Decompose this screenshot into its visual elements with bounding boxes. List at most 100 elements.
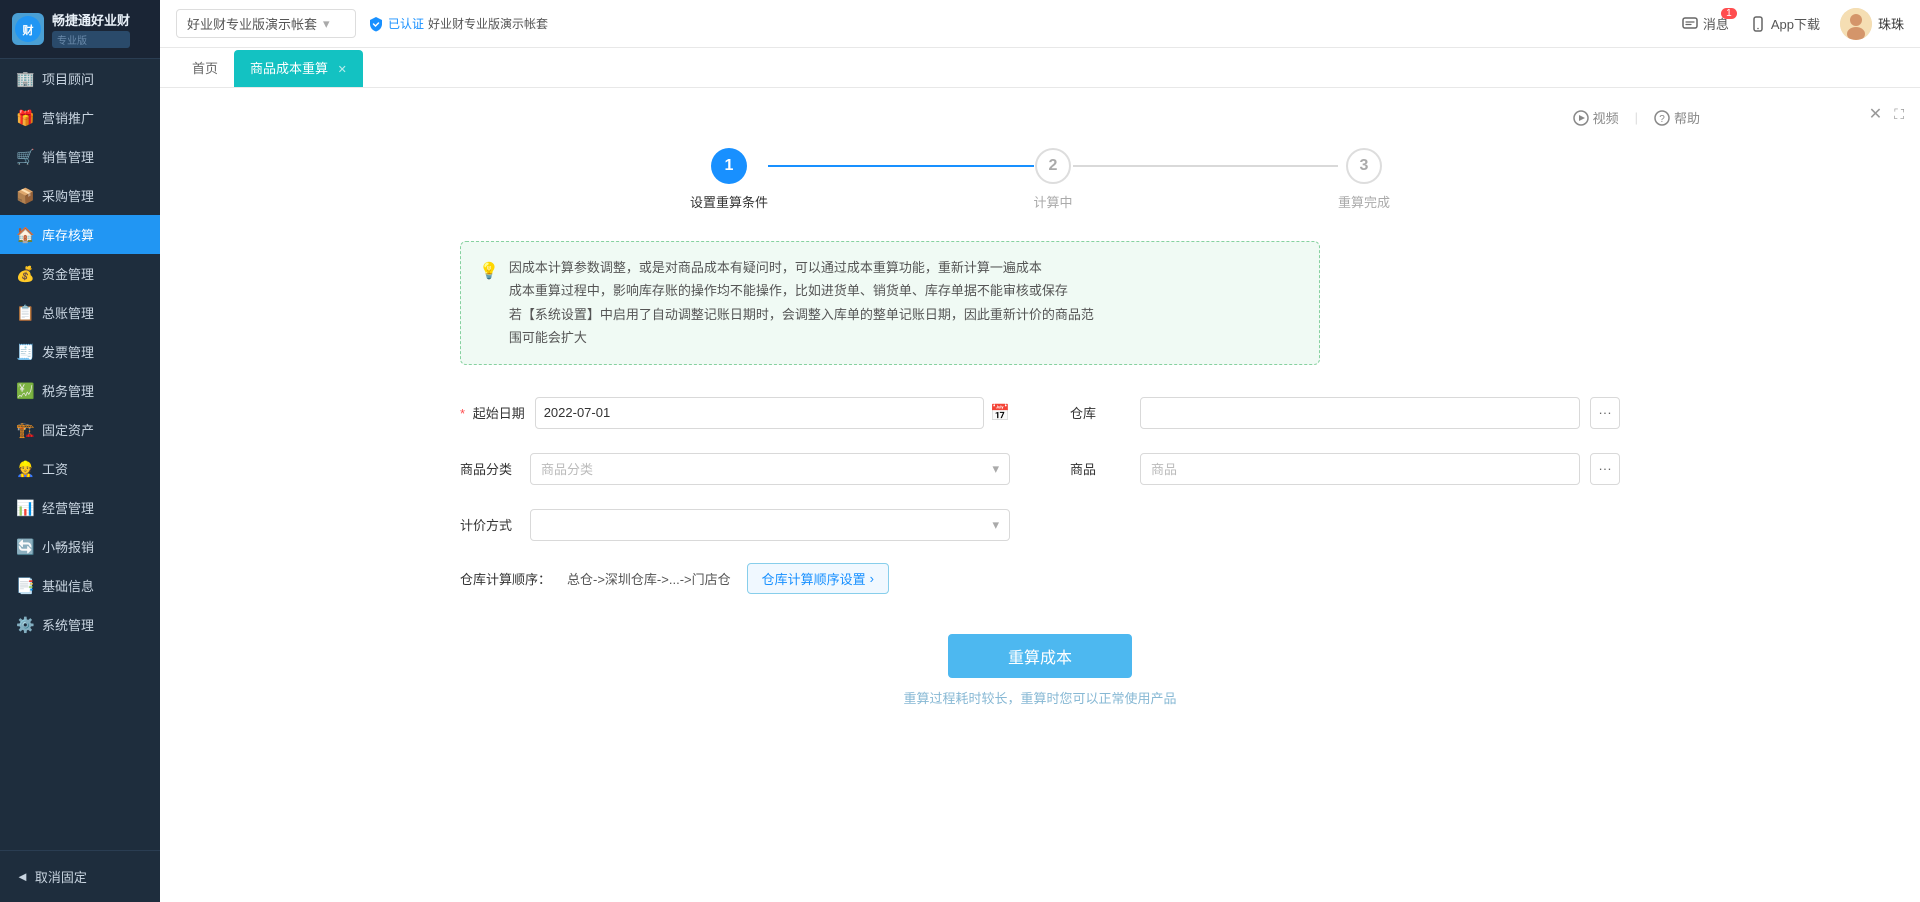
- content-area: ✕ ⛶ 视频 | ? 帮助: [160, 88, 1920, 902]
- salary-icon: 👷: [16, 460, 34, 478]
- product-select[interactable]: 商品: [1140, 453, 1580, 485]
- sidebar-item-project[interactable]: 🏢 项目顾问: [0, 59, 160, 98]
- step-2-label: 计算中: [1034, 192, 1073, 211]
- category-label: 商品分类: [460, 459, 520, 478]
- tab-home[interactable]: 首页: [176, 50, 234, 87]
- sidebar-bottom: ◄ 取消固定: [0, 850, 160, 902]
- warehouse-order-btn-label: 仓库计算顺序设置: [762, 569, 866, 588]
- warehouse-row: 仓库 ···: [1070, 395, 1620, 431]
- sidebar-item-sales[interactable]: 🛒 销售管理: [0, 137, 160, 176]
- ledger-icon: 📋: [16, 304, 34, 322]
- user-menu-button[interactable]: 珠珠: [1840, 8, 1904, 40]
- sidebar-item-tax[interactable]: 💹 税务管理: [0, 371, 160, 410]
- warehouse-order-arrow-icon: ›: [870, 571, 874, 586]
- tabs-bar: 首页 商品成本重算 ✕: [160, 48, 1920, 88]
- cancel-pin-button[interactable]: ◄ 取消固定: [0, 859, 160, 894]
- verified-account-name: 好业财专业版演示帐套: [428, 15, 548, 32]
- step-connector-2: [1073, 165, 1338, 167]
- step-1-label: 设置重算条件: [690, 192, 768, 211]
- marketing-icon: 🎁: [16, 109, 34, 127]
- sidebar-item-ledger[interactable]: 📋 总账管理: [0, 293, 160, 332]
- sidebar-item-expense[interactable]: 🔄 小畅报销: [0, 527, 160, 566]
- sidebar-item-label: 经营管理: [42, 498, 94, 517]
- account-name: 好业财专业版演示帐套: [187, 14, 317, 33]
- topbar: 好业财专业版演示帐套 ▾ 已认证 好业财专业版演示帐套 消息 1: [160, 0, 1920, 48]
- messages-badge: 1: [1721, 8, 1737, 19]
- sidebar-item-purchase[interactable]: 📦 采购管理: [0, 176, 160, 215]
- category-select[interactable]: 商品分类 ▾: [530, 453, 1010, 485]
- step-1-number: 1: [725, 157, 734, 175]
- sidebar-item-label: 资金管理: [42, 264, 94, 283]
- sidebar-item-label: 小畅报销: [42, 537, 94, 556]
- warehouse-more-button[interactable]: ···: [1590, 397, 1620, 429]
- basic-icon: 📑: [16, 577, 34, 595]
- warehouse-select[interactable]: [1140, 397, 1580, 429]
- category-row: 商品分类 商品分类 ▾: [460, 451, 1010, 487]
- tab-recalc[interactable]: 商品成本重算 ✕: [234, 50, 363, 87]
- phone-icon: [1749, 15, 1767, 33]
- assets-icon: 🏗️: [16, 421, 34, 439]
- purchase-icon: 📦: [16, 187, 34, 205]
- close-window-button[interactable]: ✕: [1869, 104, 1882, 124]
- sidebar-item-assets[interactable]: 🏗️ 固定资产: [0, 410, 160, 449]
- step-2: 2 计算中: [1034, 148, 1073, 211]
- category-placeholder: 商品分类: [541, 459, 593, 478]
- required-mark: *: [460, 406, 465, 421]
- sidebar-item-label: 营销推广: [42, 108, 94, 127]
- sidebar-item-system[interactable]: ⚙️ 系统管理: [0, 605, 160, 644]
- sidebar-item-inventory[interactable]: 🏠 库存核算: [0, 215, 160, 254]
- window-controls: ✕ ⛶: [1869, 104, 1904, 124]
- start-date-row: * 起始日期 📅: [460, 395, 1010, 431]
- warehouse-order-value: 总仓->深圳仓库->...->门店仓: [567, 569, 731, 588]
- step-2-number: 2: [1049, 157, 1058, 175]
- sidebar-item-invoice[interactable]: 🧾 发票管理: [0, 332, 160, 371]
- price-method-select[interactable]: ▾: [530, 509, 1010, 541]
- sidebar-header: 财 畅捷通好业财 专业版: [0, 0, 160, 59]
- sidebar-item-basic[interactable]: 📑 基础信息: [0, 566, 160, 605]
- sidebar-item-label: 销售管理: [42, 147, 94, 166]
- finance-icon: 💰: [16, 265, 34, 283]
- start-date-input[interactable]: [535, 397, 984, 429]
- sidebar-item-label: 发票管理: [42, 342, 94, 361]
- step-2-circle: 2: [1035, 148, 1071, 184]
- messages-button[interactable]: 消息 1: [1681, 14, 1729, 33]
- account-selector[interactable]: 好业财专业版演示帐套 ▾: [176, 9, 356, 38]
- product-more-button[interactable]: ···: [1590, 453, 1620, 485]
- step-1-circle: 1: [711, 148, 747, 184]
- expand-window-button[interactable]: ⛶: [1894, 106, 1904, 123]
- price-method-label: 计价方式: [460, 515, 520, 534]
- tab-close-icon[interactable]: ✕: [338, 64, 347, 76]
- sidebar-item-salary[interactable]: 👷 工资: [0, 449, 160, 488]
- message-icon: [1681, 15, 1699, 33]
- warehouse-label: 仓库: [1070, 403, 1130, 422]
- warehouse-order-settings-button[interactable]: 仓库计算顺序设置 ›: [747, 563, 889, 594]
- sidebar-item-label: 系统管理: [42, 615, 94, 634]
- recalculate-section: 重算成本 重算过程耗时较长，重算时您可以正常使用产品: [380, 624, 1700, 737]
- calendar-icon[interactable]: 📅: [990, 403, 1010, 423]
- operation-icon: 📊: [16, 499, 34, 517]
- warehouse-order-label: 仓库计算顺序：: [460, 569, 551, 588]
- svg-text:财: 财: [22, 23, 34, 37]
- steps-section: 1 设置重算条件 2 计算中: [380, 118, 1700, 221]
- sidebar-nav: 🏢 项目顾问 🎁 营销推广 🛒 销售管理 📦 采购管理 🏠 库存核算 💰 资金管…: [0, 59, 160, 850]
- tab-home-label: 首页: [192, 61, 218, 76]
- app-edition: 专业版: [52, 31, 130, 48]
- project-icon: 🏢: [16, 70, 34, 88]
- recalculate-button[interactable]: 重算成本: [948, 634, 1132, 678]
- date-input-group: 📅: [535, 397, 1010, 429]
- system-icon: ⚙️: [16, 616, 34, 634]
- invoice-icon: 🧾: [16, 343, 34, 361]
- cancel-pin-label: 取消固定: [35, 867, 87, 886]
- sidebar-item-finance[interactable]: 💰 资金管理: [0, 254, 160, 293]
- price-method-dropdown-icon: ▾: [992, 517, 999, 533]
- sidebar-item-operation[interactable]: 📊 经营管理: [0, 488, 160, 527]
- sidebar-item-label: 固定资产: [42, 420, 94, 439]
- app-download-label: App下载: [1771, 14, 1820, 33]
- form-grid: * 起始日期 📅 仓库 ···: [380, 395, 1700, 543]
- sidebar-item-label: 税务管理: [42, 381, 94, 400]
- topbar-right: 消息 1 App下载 珠珠: [1681, 8, 1904, 40]
- app-download-button[interactable]: App下载: [1749, 14, 1820, 33]
- sidebar-item-marketing[interactable]: 🎁 营销推广: [0, 98, 160, 137]
- notice-box: 💡 因成本计算参数调整，或是对商品成本有疑问时，可以通过成本重算功能，重新计算一…: [460, 241, 1320, 365]
- tab-recalc-label: 商品成本重算: [250, 61, 328, 76]
